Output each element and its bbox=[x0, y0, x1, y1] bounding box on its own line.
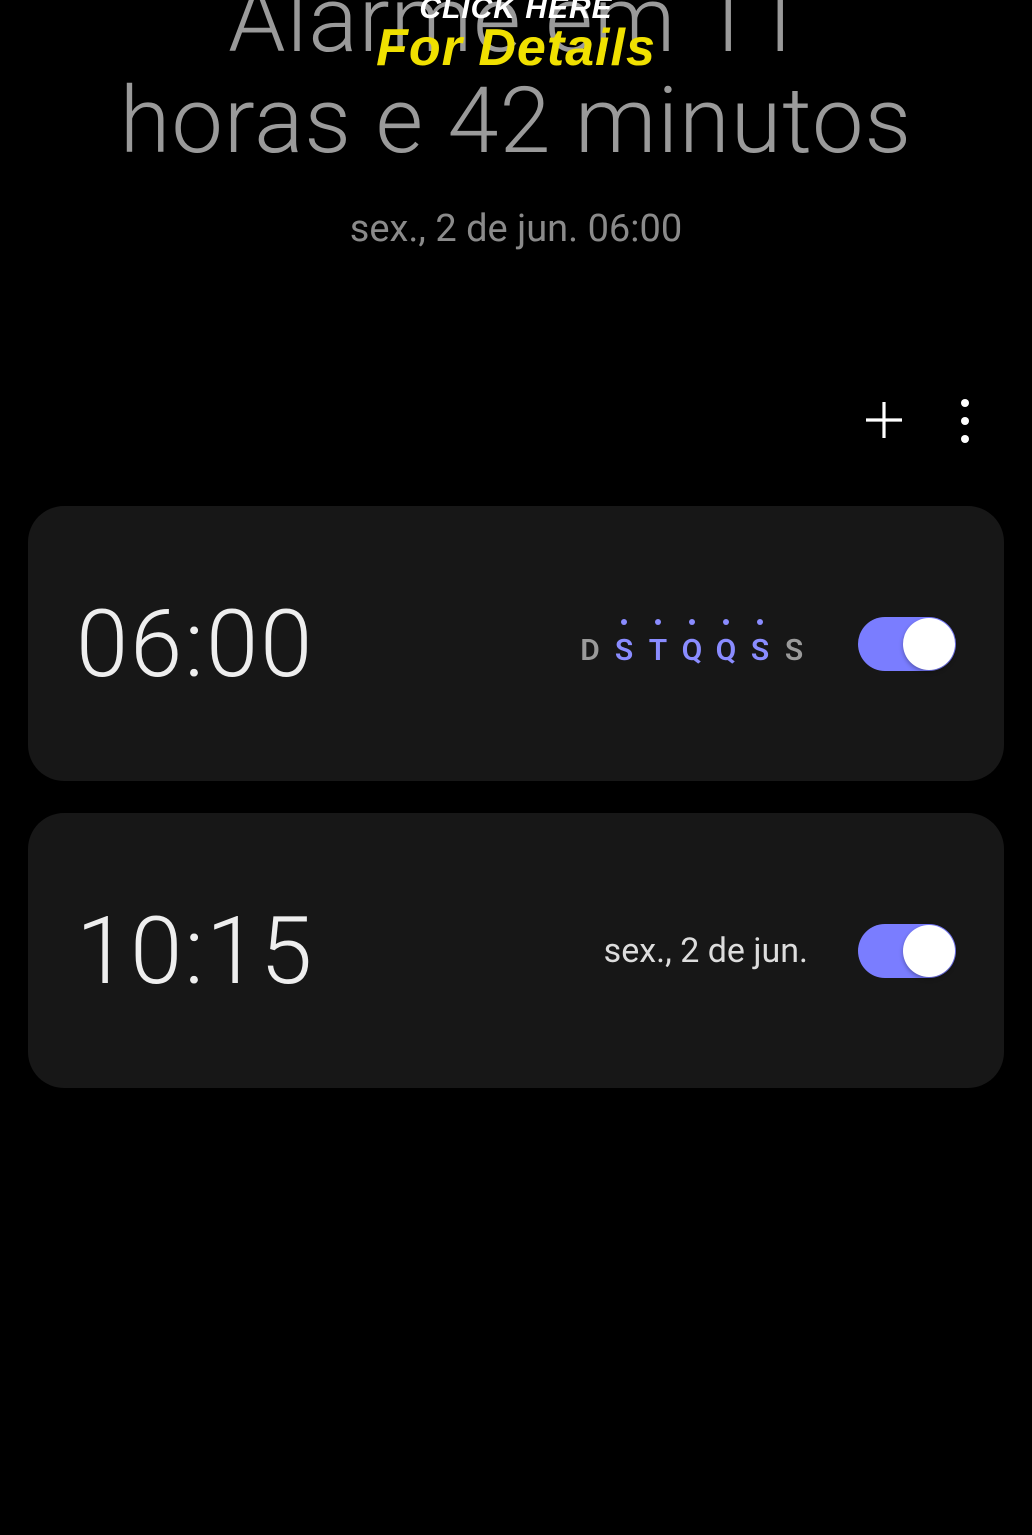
day-tue: T bbox=[644, 619, 672, 668]
header-subtitle: sex., 2 de jun. 06:00 bbox=[0, 207, 1032, 251]
alarm-toggle[interactable] bbox=[858, 617, 956, 671]
add-alarm-button[interactable] bbox=[860, 396, 908, 447]
day-dot bbox=[621, 619, 627, 625]
header-title-line2: horas e 42 minutos bbox=[120, 68, 912, 175]
day-letter: D bbox=[576, 633, 604, 668]
alarm-time: 10:15 bbox=[76, 896, 314, 1006]
toggle-knob bbox=[903, 618, 955, 670]
day-wed: Q bbox=[678, 619, 706, 668]
day-letter: T bbox=[644, 633, 672, 668]
more-vertical-icon bbox=[953, 391, 977, 451]
day-letter: S bbox=[780, 633, 808, 668]
day-mon: S bbox=[610, 619, 638, 668]
day-letter: Q bbox=[678, 633, 706, 668]
toggle-knob bbox=[903, 925, 955, 977]
alarm-toggle[interactable] bbox=[858, 924, 956, 978]
day-letter: Q bbox=[712, 633, 740, 668]
more-options-button[interactable] bbox=[953, 391, 977, 451]
day-sun: D bbox=[576, 619, 604, 668]
alarm-right: D S T Q Q bbox=[576, 617, 956, 671]
day-sat: S bbox=[780, 619, 808, 668]
alarm-date: sex., 2 de jun. bbox=[604, 931, 808, 971]
alarm-time-wrap: 06:00 bbox=[76, 589, 314, 699]
day-dot bbox=[791, 619, 797, 625]
alarm-time-wrap: 10:15 bbox=[76, 896, 314, 1006]
alarm-right: sex., 2 de jun. bbox=[604, 924, 956, 978]
alarm-card[interactable]: 10:15 sex., 2 de jun. bbox=[28, 813, 1004, 1088]
day-dot bbox=[655, 619, 661, 625]
day-dot bbox=[757, 619, 763, 625]
day-dot bbox=[723, 619, 729, 625]
day-fri: S bbox=[746, 619, 774, 668]
day-dot bbox=[689, 619, 695, 625]
alarm-days: D S T Q Q bbox=[576, 619, 808, 668]
overlay-banner[interactable]: CLICK HERE For Details bbox=[376, 0, 656, 78]
alarm-time: 06:00 bbox=[76, 589, 314, 699]
toolbar bbox=[0, 391, 1032, 451]
day-thu: Q bbox=[712, 619, 740, 668]
plus-icon bbox=[860, 396, 908, 447]
alarm-list: 06:00 D S T Q bbox=[0, 506, 1032, 1088]
day-dot bbox=[587, 619, 593, 625]
day-letter: S bbox=[610, 633, 638, 668]
overlay-line2: For Details bbox=[376, 18, 656, 78]
day-letter: S bbox=[746, 633, 774, 668]
alarm-card[interactable]: 06:00 D S T Q bbox=[28, 506, 1004, 781]
